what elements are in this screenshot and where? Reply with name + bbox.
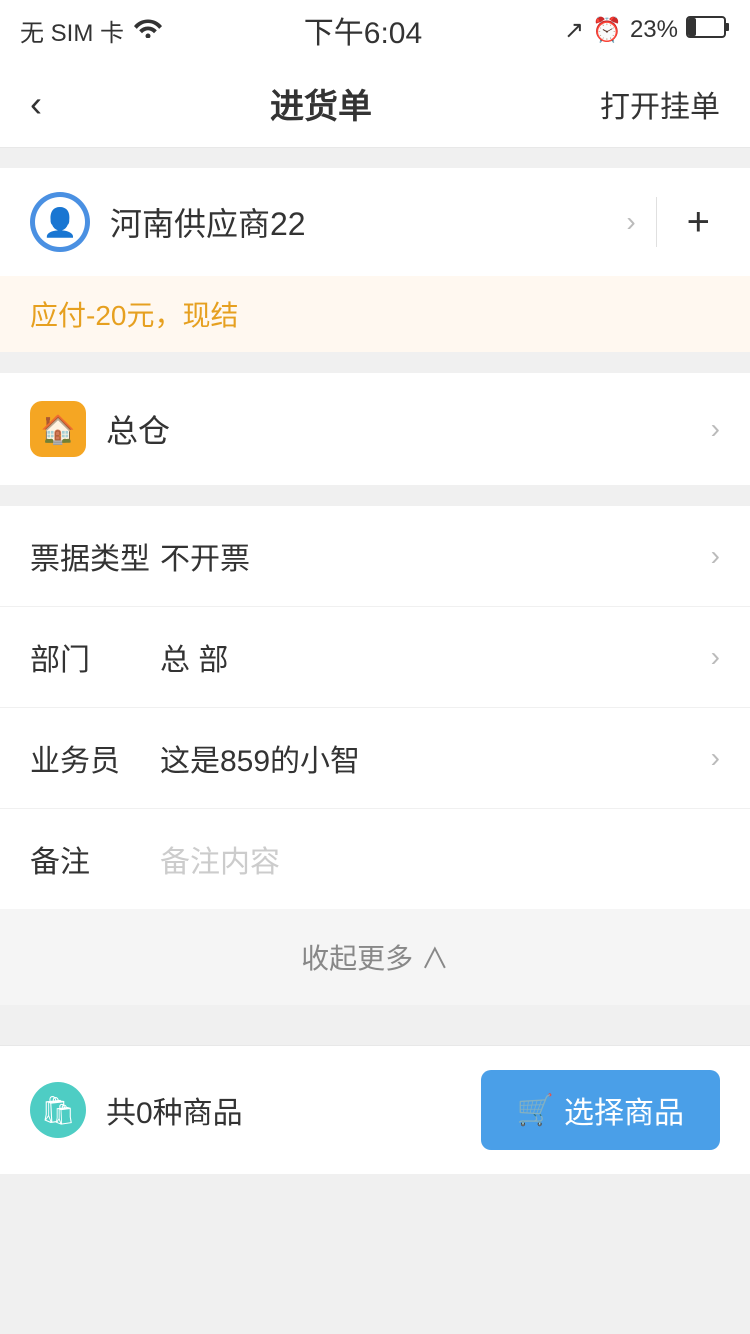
battery-icon (686, 16, 730, 45)
back-button[interactable]: ‹ (30, 83, 42, 125)
location-icon: ↗ (564, 16, 584, 45)
remark-label: 备注 (30, 837, 160, 881)
wifi-icon (134, 16, 162, 45)
supplier-avatar: 👤 (30, 192, 90, 252)
bottom-bar: 🛍 共0种商品 🛒 选择商品 (0, 1045, 750, 1174)
supplier-chevron-icon: › (626, 206, 635, 238)
house-icon: 🏠 (41, 413, 76, 446)
salesperson-chevron-icon: › (711, 742, 720, 774)
nav-bar: ‹ 进货单 打开挂单 (0, 60, 750, 148)
alarm-icon: ⏰ (592, 16, 622, 45)
select-product-button[interactable]: 🛒 选择商品 (481, 1070, 720, 1150)
warehouse-chevron-icon: › (711, 413, 720, 445)
salesperson-value: 这是859的小智 (160, 736, 711, 780)
open-pending-button[interactable]: 打开挂单 (600, 82, 720, 126)
status-right: ↗ ⏰ 23% (564, 16, 730, 45)
status-bar: 无 SIM 卡 下午6:04 ↗ ⏰ 23% (0, 0, 750, 60)
invoice-value: 不开票 (160, 534, 711, 578)
carrier-label: 无 SIM 卡 (20, 13, 124, 48)
department-row[interactable]: 部门 总 部 › (0, 606, 750, 707)
section-gap-1 (0, 148, 750, 168)
collapse-bar[interactable]: 收起更多 ∧ (0, 909, 750, 1005)
section-gap-4 (0, 1005, 750, 1025)
warehouse-icon-bg: 🏠 (30, 401, 86, 457)
alert-text: 应付-20元，现结 (30, 300, 238, 331)
select-btn-label: 选择商品 (564, 1088, 684, 1132)
cart-icon: 🛍 (40, 1094, 76, 1127)
status-left: 无 SIM 卡 (20, 13, 162, 48)
section-gap-3 (0, 485, 750, 505)
form-section: 票据类型 不开票 › 部门 总 部 › 业务员 这是859的小智 › 备注 备注… (0, 505, 750, 909)
salesperson-label: 业务员 (30, 736, 160, 780)
person-icon: 👤 (43, 206, 78, 239)
bottom-cart-icon-bg: 🛍 (30, 1082, 86, 1138)
product-count: 共0种商品 (106, 1088, 481, 1132)
invoice-chevron-icon: › (711, 540, 720, 572)
page-title: 进货单 (270, 79, 372, 128)
remark-placeholder: 备注内容 (160, 837, 720, 881)
avatar-inner: 👤 (35, 197, 85, 247)
warehouse-name: 总仓 (106, 406, 711, 452)
remark-row[interactable]: 备注 备注内容 (0, 808, 750, 909)
battery-label: 23% (630, 16, 678, 44)
warehouse-row[interactable]: 🏠 总仓 › (0, 372, 750, 485)
select-btn-icon: 🛒 (517, 1093, 554, 1128)
department-value: 总 部 (160, 635, 711, 679)
salesperson-row[interactable]: 业务员 这是859的小智 › (0, 707, 750, 808)
department-chevron-icon: › (711, 641, 720, 673)
invoice-row[interactable]: 票据类型 不开票 › (0, 505, 750, 606)
warehouse-section: 🏠 总仓 › (0, 372, 750, 485)
alert-banner: 应付-20元，现结 (0, 276, 750, 352)
collapse-label: 收起更多 ∧ (301, 943, 449, 974)
department-label: 部门 (30, 635, 160, 679)
supplier-row[interactable]: 👤 河南供应商22 › + (0, 168, 750, 276)
supplier-section: 👤 河南供应商22 › + 应付-20元，现结 (0, 168, 750, 352)
supplier-name: 河南供应商22 (110, 199, 626, 245)
invoice-label: 票据类型 (30, 534, 160, 578)
vertical-divider (656, 197, 657, 247)
section-gap-2 (0, 352, 750, 372)
status-time: 下午6:04 (304, 8, 422, 52)
add-supplier-button[interactable]: + (677, 200, 720, 245)
